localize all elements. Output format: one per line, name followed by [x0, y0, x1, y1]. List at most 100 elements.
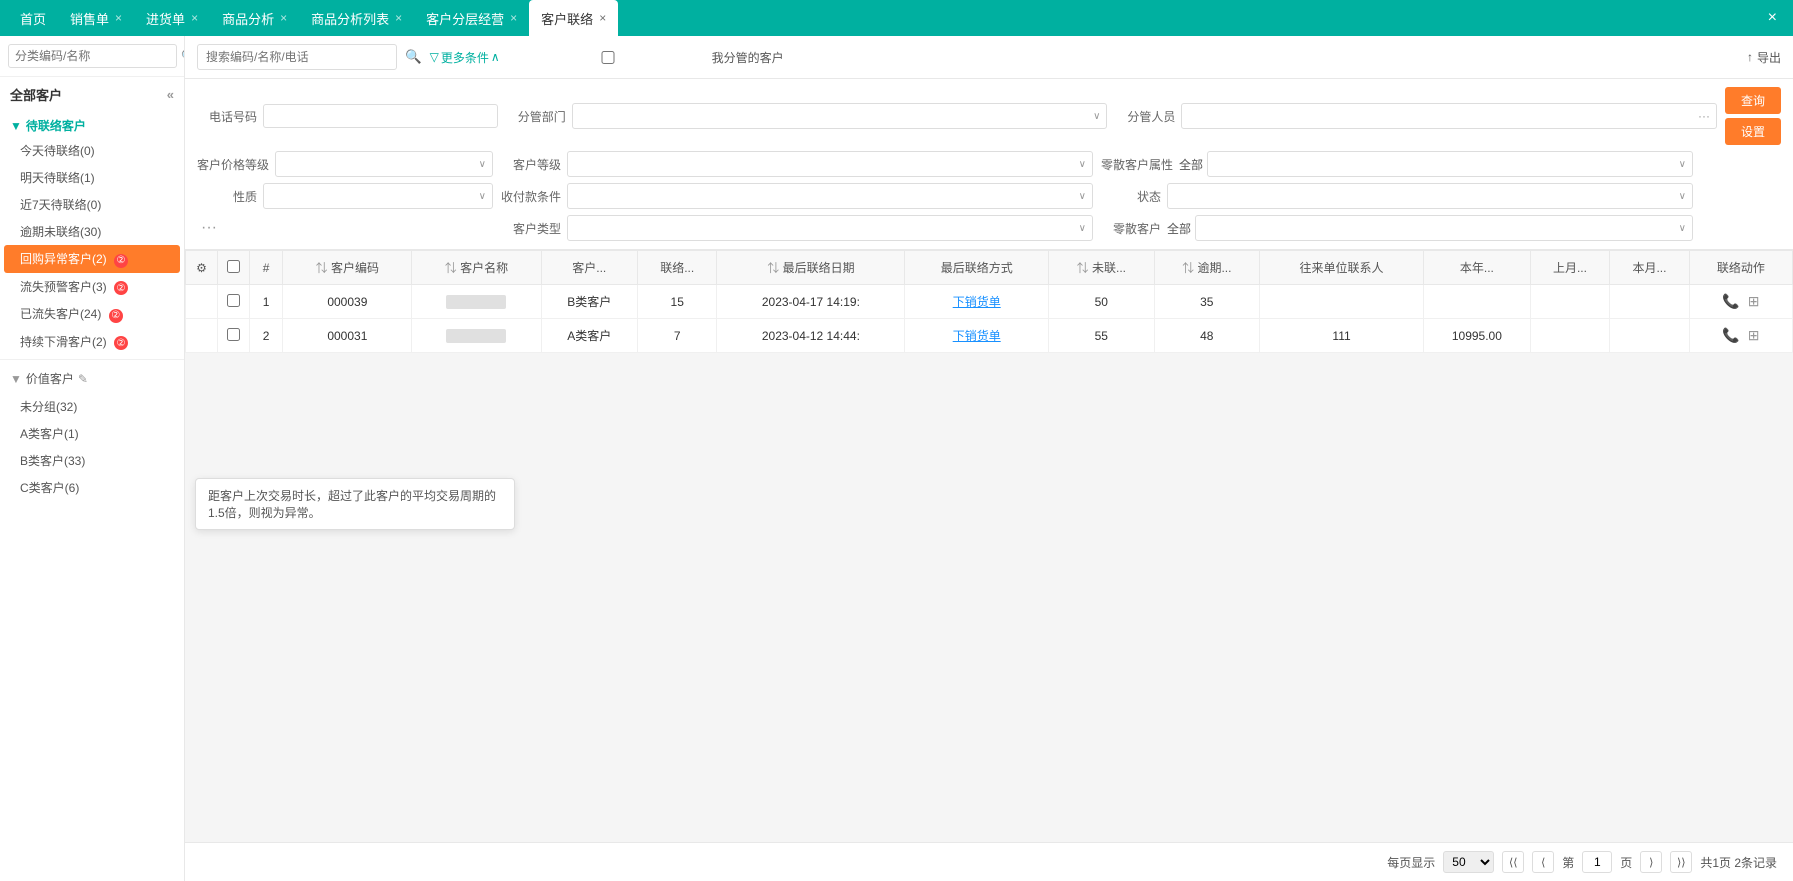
sidebar-item-today[interactable]: 今天待联络(0) — [0, 137, 184, 164]
th-unit-contact: 往来单位联系人 — [1260, 251, 1424, 285]
top-nav: 首页 销售单 × 进货单 × 商品分析 × 商品分析列表 × 客户分层经营 × … — [0, 0, 1793, 36]
th-last-month[interactable]: 上月... — [1530, 251, 1610, 285]
last-page-button[interactable]: ⟩⟩ — [1670, 851, 1692, 873]
nav-purchase[interactable]: 进货单 × — [134, 0, 210, 36]
my-customers-checkbox-label[interactable]: 我分管的客户 — [508, 49, 784, 66]
nav-analysis-list[interactable]: 商品分析列表 × — [299, 0, 414, 36]
dept-select[interactable]: ∨ — [572, 103, 1108, 129]
search-button[interactable]: 🔍 — [405, 49, 422, 65]
prev-page-button[interactable]: ⟨ — [1532, 851, 1554, 873]
sidebar-item-tomorrow[interactable]: 明天待联络(1) — [0, 164, 184, 191]
sidebar-item-class-c[interactable]: C类客户(6) — [0, 474, 184, 501]
filter-manager: 分管人员 ··· — [1115, 103, 1717, 129]
table-container[interactable]: ⚙ # ⇅ 客户编码 ⇅ 客户名称 — [185, 250, 1793, 353]
next-page-button[interactable]: ⟩ — [1640, 851, 1662, 873]
nav-analysis-list-close[interactable]: × — [395, 11, 402, 25]
sidebar-item-churned[interactable]: 已流失客户(24) ② — [0, 300, 184, 328]
arrow-down-icon: ▼ — [10, 119, 22, 133]
row1-checkbox[interactable] — [227, 294, 240, 307]
level-chevron-icon: ∨ — [1079, 159, 1086, 170]
sidebar-item-repurchase-anomaly[interactable]: 回购异常客户(2) ② — [4, 245, 180, 273]
sidebar-value-group[interactable]: ▼ 价值客户 ✎ — [0, 364, 184, 393]
row2-checkbox[interactable] — [227, 328, 240, 341]
manager-dots-icon: ··· — [1698, 109, 1710, 123]
sidebar-item-class-a[interactable]: A类客户(1) — [0, 420, 184, 447]
price-level-select[interactable]: ∨ — [275, 151, 493, 177]
churn-warning-badge: ② — [114, 281, 128, 295]
sidebar-collapse-icon[interactable]: « — [167, 87, 174, 102]
close-all-tabs[interactable]: × — [1768, 9, 1777, 27]
nav-analysis-close[interactable]: × — [280, 11, 287, 25]
manager-select[interactable]: ··· — [1181, 103, 1717, 129]
filter-more-dots[interactable]: ··· — [197, 219, 221, 237]
td-last-date-1: 2023-04-17 14:19: — [717, 285, 905, 319]
status-select[interactable]: ∨ — [1167, 183, 1693, 209]
filter-status: 状态 ∨ — [1101, 183, 1693, 209]
nav-customer-tier[interactable]: 客户分层经营 × — [414, 0, 529, 36]
sidebar-item-churn-warning[interactable]: 流失预警客户(3) ② — [0, 273, 184, 301]
export-button[interactable]: ↑ 导出 — [1747, 49, 1781, 66]
sidebar-pending-group[interactable]: ▼ 待联络客户 — [0, 112, 184, 137]
th-no-contact[interactable]: ⇅ 未联... — [1049, 251, 1154, 285]
sidebar-item-overdue[interactable]: 逾期未联络(30) — [0, 218, 184, 245]
per-page-select[interactable]: 50 10 20 100 — [1443, 851, 1494, 873]
my-customers-checkbox[interactable] — [508, 51, 708, 64]
td-last-month-2 — [1530, 319, 1610, 353]
page-suffix: 页 — [1620, 854, 1632, 871]
customer-type-select[interactable]: ∨ — [567, 215, 1093, 241]
th-overdue[interactable]: ⇅ 逾期... — [1154, 251, 1259, 285]
retail-select[interactable]: ∨ — [1195, 215, 1693, 241]
method-link-2[interactable]: 下销货单 — [953, 329, 1001, 343]
qr-icon-2[interactable]: ⊞ — [1748, 327, 1760, 344]
gender-chevron-icon: ∨ — [479, 191, 486, 202]
dept-label: 分管部门 — [506, 108, 566, 125]
nav-analysis[interactable]: 商品分析 × — [210, 0, 299, 36]
phone-input[interactable] — [263, 104, 498, 128]
sidebar-item-unclassified[interactable]: 未分组(32) — [0, 393, 184, 420]
total-records-label: 共1页 2条记录 — [1700, 854, 1777, 871]
nav-customer-contact[interactable]: 客户联络 × — [529, 0, 618, 36]
td-no-contact-2: 55 — [1049, 319, 1154, 353]
nav-sales-close[interactable]: × — [115, 11, 122, 25]
nav-customer-contact-close[interactable]: × — [599, 11, 606, 25]
th-contact[interactable]: 联络... — [637, 251, 717, 285]
td-action-2: 📞 ⊞ — [1689, 319, 1792, 353]
td-no-contact-1: 50 — [1049, 285, 1154, 319]
search-input[interactable] — [197, 44, 397, 70]
customer-level-select[interactable]: ∨ — [567, 151, 1093, 177]
nav-purchase-close[interactable]: × — [191, 11, 198, 25]
gender-select[interactable]: ∨ — [263, 183, 493, 209]
th-last-date[interactable]: ⇅ 最后联络日期 — [717, 251, 905, 285]
th-this-month[interactable]: 本月... — [1610, 251, 1690, 285]
sidebar-item-7days[interactable]: 近7天待联络(0) — [0, 191, 184, 218]
method-link-1[interactable]: 下销货单 — [953, 295, 1001, 309]
nav-sales[interactable]: 销售单 × — [58, 0, 134, 36]
call-icon-1[interactable]: 📞 — [1722, 293, 1739, 310]
query-button[interactable]: 查询 — [1725, 87, 1781, 114]
filter-row-3: 性质 ∨ 收付款条件 ∨ 状态 ∨ — [197, 183, 1781, 209]
nav-customer-tier-close[interactable]: × — [510, 11, 517, 25]
more-conditions-button[interactable]: ▽ 更多条件 ∧ — [430, 49, 500, 66]
select-all-checkbox[interactable] — [227, 260, 240, 273]
retail-attr-select[interactable]: ∨ — [1207, 151, 1693, 177]
edit-icon[interactable]: ✎ — [78, 372, 88, 386]
sidebar-item-declining[interactable]: 持续下滑客户(2) ② — [0, 328, 184, 356]
th-this-year[interactable]: 本年... — [1424, 251, 1531, 285]
payment-select[interactable]: ∨ — [567, 183, 1093, 209]
td-contact-2: 7 — [637, 319, 717, 353]
nav-home[interactable]: 首页 — [8, 0, 58, 36]
th-code[interactable]: ⇅ 客户编码 — [283, 251, 412, 285]
qr-icon-1[interactable]: ⊞ — [1748, 293, 1760, 310]
sidebar-item-class-b[interactable]: B类客户(33) — [0, 447, 184, 474]
settings-button[interactable]: 设置 — [1725, 118, 1781, 145]
td-checkbox-1 — [218, 285, 250, 319]
call-icon-2[interactable]: 📞 — [1722, 327, 1739, 344]
page-number-input[interactable] — [1582, 851, 1612, 873]
th-last-method[interactable]: 最后联络方式 — [905, 251, 1049, 285]
th-name[interactable]: ⇅ 客户名称 — [412, 251, 541, 285]
filter-retail-attr: 零散客户属性 全部 ∨ — [1101, 151, 1693, 177]
th-settings[interactable]: ⚙ — [186, 251, 218, 285]
sidebar-search-input[interactable] — [8, 44, 177, 68]
first-page-button[interactable]: ⟨⟨ — [1502, 851, 1524, 873]
th-type[interactable]: 客户... — [541, 251, 637, 285]
